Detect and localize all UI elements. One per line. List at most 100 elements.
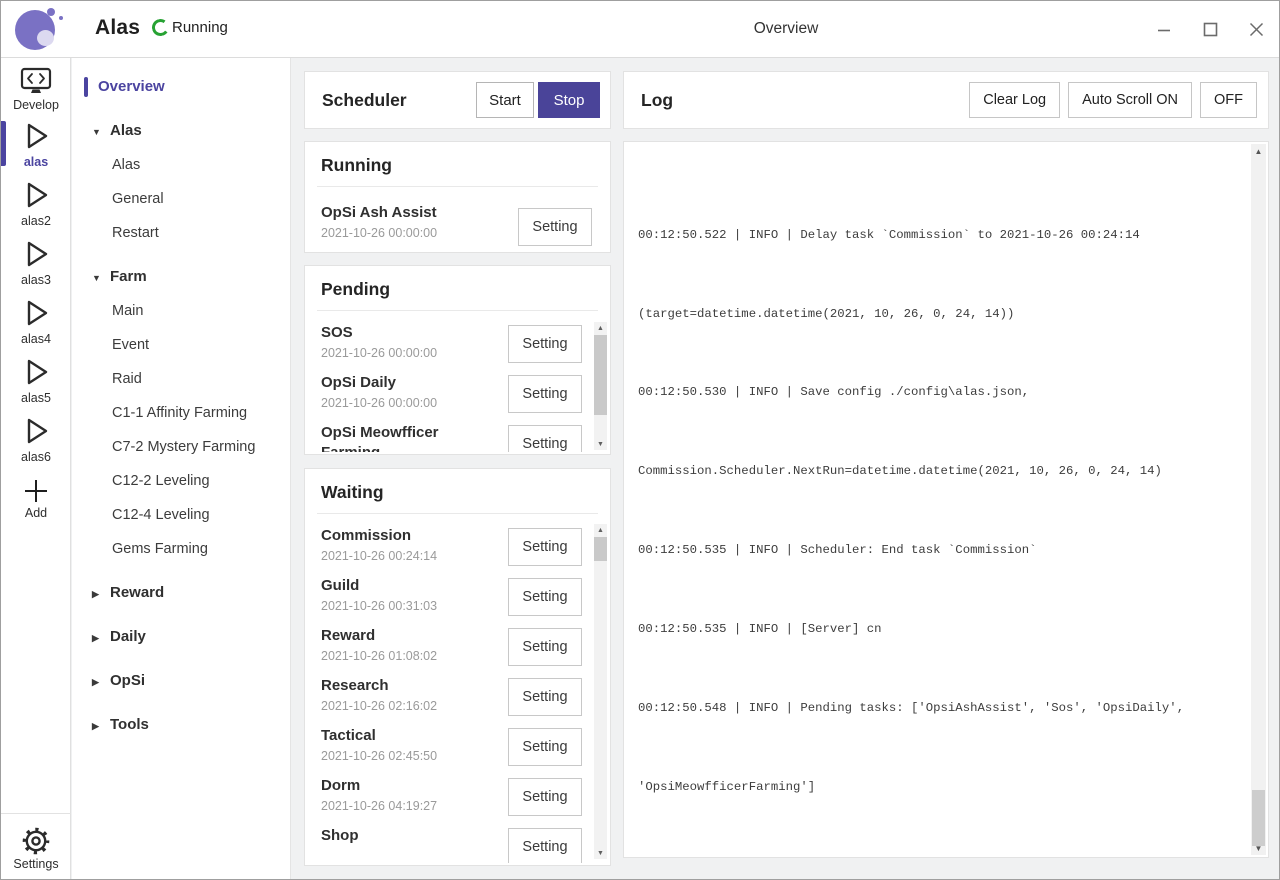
nav-item[interactable]: Main	[72, 294, 290, 328]
scroll-up-icon[interactable]: ▲	[1251, 144, 1266, 158]
log-scrollbar[interactable]: ▲ ▼	[1251, 144, 1266, 855]
nav-item[interactable]: Alas	[72, 148, 290, 182]
divider	[317, 186, 598, 187]
nav-item-label: Overview	[98, 78, 165, 95]
nav-item[interactable]: ▼Farm	[72, 260, 290, 294]
logo-dot	[47, 8, 55, 16]
scrollbar-thumb[interactable]	[594, 537, 607, 561]
task-setting-button[interactable]: Setting	[508, 375, 582, 413]
nav-item[interactable]: ▶Daily	[72, 620, 290, 654]
nav-item-label: C7-2 Mystery Farming	[112, 439, 255, 455]
rail-item-label: Add	[25, 506, 47, 520]
maximize-button[interactable]	[1187, 2, 1233, 58]
nav-item[interactable]: ▶Reward	[72, 576, 290, 610]
rail-item-develop[interactable]: Develop	[1, 58, 71, 114]
nav-item[interactable]: ▶Tools	[72, 708, 290, 742]
expand-arrow-icon: ▼	[92, 115, 110, 149]
task-setting-button[interactable]: Setting	[508, 778, 582, 816]
nav-item-label: C12-2 Leveling	[112, 473, 210, 489]
waiting-title: Waiting	[305, 469, 610, 513]
task-row: Tactical 2021-10-26 02:45:50 Setting	[321, 723, 586, 773]
nav-item[interactable]: C12-2 Leveling	[72, 464, 290, 498]
expand-arrow-icon: ▶	[92, 665, 110, 699]
rail-item-instance[interactable]: alas4	[1, 291, 71, 350]
close-button[interactable]	[1233, 2, 1279, 58]
rail-item-add[interactable]: Add	[1, 470, 71, 526]
nav-item[interactable]: Restart	[72, 216, 290, 250]
task-setting-button[interactable]: Setting	[508, 325, 582, 363]
close-icon	[1249, 22, 1264, 37]
app-logo	[13, 8, 63, 52]
nav-item-label: Raid	[112, 371, 142, 387]
expand-arrow-icon: ▶	[92, 621, 110, 655]
nav-item[interactable]: ▶OpSi	[72, 664, 290, 698]
pending-scrollbar[interactable]: ▲ ▼	[594, 322, 607, 450]
scheduler-start-button[interactable]: Start	[476, 82, 534, 118]
waiting-scrollbar[interactable]: ▲ ▼	[594, 524, 607, 859]
task-setting-button[interactable]: Setting	[508, 578, 582, 616]
task-name: OpSi Ash Assist	[321, 200, 497, 223]
task-setting-button[interactable]: Setting	[508, 425, 582, 452]
scroll-down-icon[interactable]: ▼	[1251, 841, 1266, 855]
rail-item-instance[interactable]: alas5	[1, 350, 71, 409]
instance-list: alas alas2 alas3	[1, 114, 70, 468]
nav-item[interactable]: Raid	[72, 362, 290, 396]
rail-item-instance[interactable]: alas6	[1, 409, 71, 468]
nav-item[interactable]: C7-2 Mystery Farming	[72, 430, 290, 464]
rail-item-instance[interactable]: alas	[1, 114, 71, 173]
autoscroll-on-button[interactable]: Auto Scroll ON	[1068, 82, 1192, 118]
task-row: SOS 2021-10-26 00:00:00 Setting	[321, 320, 586, 370]
log-line: 'OpsiMeowfficerFarming']	[638, 778, 1248, 798]
log-line: 00:12:50.522 | INFO | Delay task `Commis…	[638, 226, 1248, 246]
nav-item-label: Main	[112, 303, 143, 319]
task-setting-button[interactable]: Setting	[518, 208, 592, 246]
task-name: Reward	[321, 623, 497, 646]
minimize-icon	[1157, 23, 1171, 37]
nav-item[interactable]: Overview	[72, 70, 290, 104]
scroll-up-icon[interactable]: ▲	[594, 322, 607, 334]
rail-item-settings[interactable]: Settings	[1, 813, 71, 875]
task-name: OpSi Daily	[321, 370, 497, 393]
task-setting-button[interactable]: Setting	[508, 828, 582, 863]
task-name: Commission	[321, 523, 497, 546]
task-name: Tactical	[321, 723, 497, 746]
minimize-button[interactable]	[1141, 2, 1187, 58]
nav-item[interactable]: General	[72, 182, 290, 216]
waiting-card: Waiting Commission 2021-10-26 00:24:14 S…	[304, 468, 611, 866]
log-line: 00:12:50.548 | INFO | Pending tasks: ['O…	[638, 699, 1248, 719]
log-line: 00:12:50.530 | INFO | Save config ./conf…	[638, 383, 1248, 403]
autoscroll-off-button[interactable]: OFF	[1200, 82, 1257, 118]
task-setting-button[interactable]: Setting	[508, 678, 582, 716]
instance-rail: Develop alas alas2	[1, 58, 71, 879]
nav-item[interactable]: Event	[72, 328, 290, 362]
rail-item-instance[interactable]: alas3	[1, 232, 71, 291]
expand-arrow-icon: ▶	[92, 577, 110, 611]
scroll-down-icon[interactable]: ▼	[594, 438, 607, 450]
scroll-down-icon[interactable]: ▼	[594, 847, 607, 859]
task-setting-button[interactable]: Setting	[508, 528, 582, 566]
nav-item[interactable]: Gems Farming	[72, 532, 290, 566]
nav-item[interactable]: C12-4 Leveling	[72, 498, 290, 532]
nav-item[interactable]: C1-1 Affinity Farming	[72, 396, 290, 430]
task-name: Shop	[321, 823, 497, 846]
log-output[interactable]: 00:12:50.522 | INFO | Delay task `Commis…	[638, 147, 1248, 853]
scrollbar-thumb[interactable]	[594, 335, 607, 415]
scrollbar-thumb[interactable]	[1252, 790, 1265, 846]
log-line: (target=datetime.datetime(2021, 10, 26, …	[638, 305, 1248, 325]
nav-item[interactable]: ▼Alas	[72, 114, 290, 148]
expand-arrow-icon: ▼	[92, 261, 110, 295]
rail-item-label: alas4	[21, 332, 51, 346]
scroll-up-icon[interactable]: ▲	[594, 524, 607, 536]
scheduler-stop-button[interactable]: Stop	[538, 82, 600, 118]
play-icon	[18, 177, 54, 213]
task-row: Research 2021-10-26 02:16:02 Setting	[321, 673, 586, 723]
clear-log-button[interactable]: Clear Log	[969, 82, 1060, 118]
task-setting-button[interactable]: Setting	[508, 628, 582, 666]
log-line: Commission.Scheduler.NextRun=datetime.da…	[638, 462, 1248, 482]
pending-card: Pending SOS 2021-10-26 00:00:00 Setting …	[304, 265, 611, 455]
nav-item-label: Gems Farming	[112, 541, 208, 557]
task-name: Dorm	[321, 773, 497, 796]
task-name: Guild	[321, 573, 497, 596]
task-setting-button[interactable]: Setting	[508, 728, 582, 766]
rail-item-instance[interactable]: alas2	[1, 173, 71, 232]
